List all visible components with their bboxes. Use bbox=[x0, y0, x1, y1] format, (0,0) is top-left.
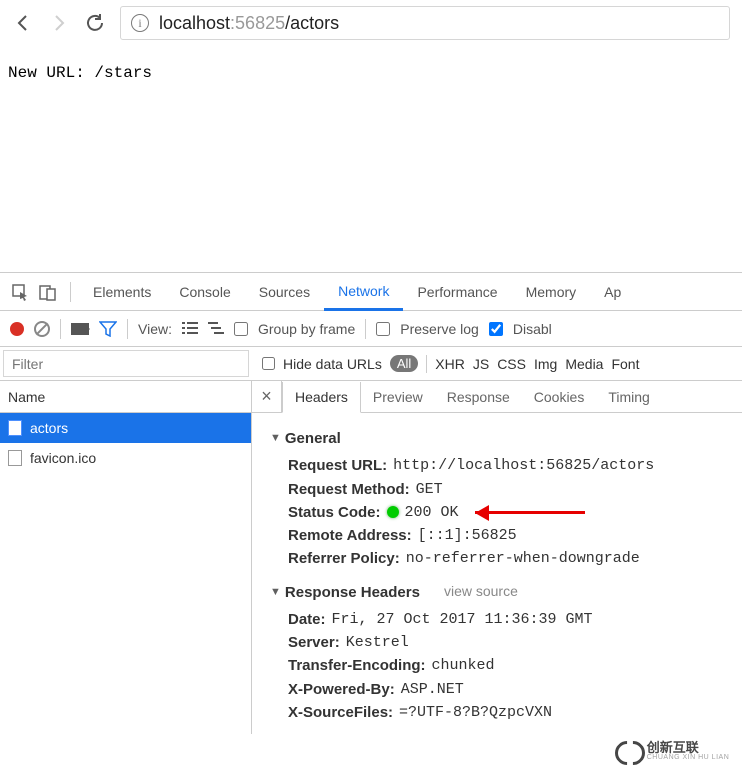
column-header-name[interactable]: Name bbox=[0, 381, 251, 413]
preserve-log-checkbox[interactable] bbox=[376, 322, 390, 336]
server-key: Server: bbox=[288, 631, 340, 654]
detail-tab-headers[interactable]: Headers bbox=[282, 382, 361, 413]
section-response-headers[interactable]: ▼ Response Headers view source bbox=[270, 581, 724, 604]
referrer-policy-key: Referrer Policy: bbox=[288, 547, 400, 570]
watermark-logo-icon bbox=[617, 738, 643, 764]
watermark: 创新互联 CHUANG XIN HU LIAN bbox=[608, 735, 738, 767]
tab-network[interactable]: Network bbox=[324, 274, 403, 311]
tab-memory[interactable]: Memory bbox=[512, 273, 591, 310]
disable-cache-checkbox[interactable] bbox=[489, 322, 503, 336]
x-sourcefiles-key: X-SourceFiles: bbox=[288, 701, 393, 724]
filter-input[interactable] bbox=[3, 350, 249, 377]
network-row-favicon[interactable]: favicon.ico bbox=[0, 443, 251, 473]
x-sourcefiles-value: =?UTF-8?B?QzpcVXN bbox=[399, 701, 552, 724]
url-text: localhost:56825/actors bbox=[159, 13, 339, 34]
reload-button[interactable] bbox=[84, 12, 106, 34]
status-code-key: Status Code: bbox=[288, 501, 381, 524]
filter-type-all[interactable]: All bbox=[390, 355, 418, 372]
transfer-encoding-value: chunked bbox=[432, 654, 495, 677]
filter-icon[interactable] bbox=[99, 321, 117, 337]
forward-button[interactable] bbox=[48, 12, 70, 34]
element-picker-icon[interactable] bbox=[6, 278, 34, 306]
tab-application[interactable]: Ap bbox=[590, 273, 635, 310]
request-url-key: Request URL: bbox=[288, 454, 387, 477]
record-button[interactable] bbox=[10, 322, 24, 336]
collapse-icon: ▼ bbox=[270, 584, 281, 601]
hide-data-urls-checkbox[interactable] bbox=[262, 357, 275, 370]
filter-type-js[interactable]: JS bbox=[473, 356, 489, 372]
file-icon bbox=[8, 420, 22, 436]
site-info-icon[interactable]: i bbox=[131, 14, 149, 32]
x-powered-by-key: X-Powered-By: bbox=[288, 678, 395, 701]
collapse-icon: ▼ bbox=[270, 430, 281, 447]
detail-tab-cookies[interactable]: Cookies bbox=[522, 381, 597, 412]
back-button[interactable] bbox=[12, 12, 34, 34]
file-icon bbox=[8, 450, 22, 466]
detail-tab-timing[interactable]: Timing bbox=[596, 381, 662, 412]
filter-type-img[interactable]: Img bbox=[534, 356, 557, 372]
close-detail-button[interactable]: × bbox=[252, 381, 282, 412]
group-by-frame-label: Group by frame bbox=[258, 321, 355, 337]
request-method-value: GET bbox=[416, 478, 443, 501]
group-by-frame-checkbox[interactable] bbox=[234, 322, 248, 336]
tab-elements[interactable]: Elements bbox=[79, 273, 165, 310]
separator bbox=[70, 282, 71, 302]
disable-cache-label: Disabl bbox=[513, 321, 552, 337]
view-list-icon[interactable] bbox=[182, 321, 198, 337]
preserve-log-label: Preserve log bbox=[400, 321, 479, 337]
detail-tab-response[interactable]: Response bbox=[435, 381, 522, 412]
hide-data-urls-label: Hide data URLs bbox=[283, 356, 382, 372]
request-method-key: Request Method: bbox=[288, 478, 410, 501]
page-content: New URL: /stars bbox=[0, 46, 742, 272]
filter-type-media[interactable]: Media bbox=[565, 356, 603, 372]
device-toolbar-icon[interactable] bbox=[34, 278, 62, 306]
remote-address-value: [::1]:56825 bbox=[418, 524, 517, 547]
tab-performance[interactable]: Performance bbox=[403, 273, 511, 310]
status-dot-icon bbox=[387, 506, 399, 518]
status-code-value: 200 OK bbox=[405, 501, 459, 524]
detail-tab-preview[interactable]: Preview bbox=[361, 381, 435, 412]
annotation-arrow bbox=[475, 508, 595, 516]
transfer-encoding-key: Transfer-Encoding: bbox=[288, 654, 426, 677]
clear-button[interactable] bbox=[34, 321, 50, 337]
filter-type-xhr[interactable]: XHR bbox=[435, 356, 465, 372]
remote-address-key: Remote Address: bbox=[288, 524, 412, 547]
filter-type-css[interactable]: CSS bbox=[497, 356, 526, 372]
url-bar[interactable]: i localhost:56825/actors bbox=[120, 6, 730, 40]
server-value: Kestrel bbox=[346, 631, 409, 654]
section-general[interactable]: ▼ General bbox=[270, 427, 724, 450]
referrer-policy-value: no-referrer-when-downgrade bbox=[406, 547, 640, 570]
request-url-value: http://localhost:56825/actors bbox=[393, 454, 654, 477]
date-value: Fri, 27 Oct 2017 11:36:39 GMT bbox=[332, 608, 593, 631]
tab-sources[interactable]: Sources bbox=[245, 273, 324, 310]
view-source-link[interactable]: view source bbox=[444, 581, 518, 603]
network-row-actors[interactable]: actors bbox=[0, 413, 251, 443]
date-key: Date: bbox=[288, 608, 326, 631]
capture-screenshot-icon[interactable] bbox=[71, 323, 89, 335]
filter-type-font[interactable]: Font bbox=[611, 356, 639, 372]
tab-console[interactable]: Console bbox=[165, 273, 244, 310]
view-label: View: bbox=[138, 321, 172, 337]
x-powered-by-value: ASP.NET bbox=[401, 678, 464, 701]
view-waterfall-icon[interactable] bbox=[208, 321, 224, 337]
